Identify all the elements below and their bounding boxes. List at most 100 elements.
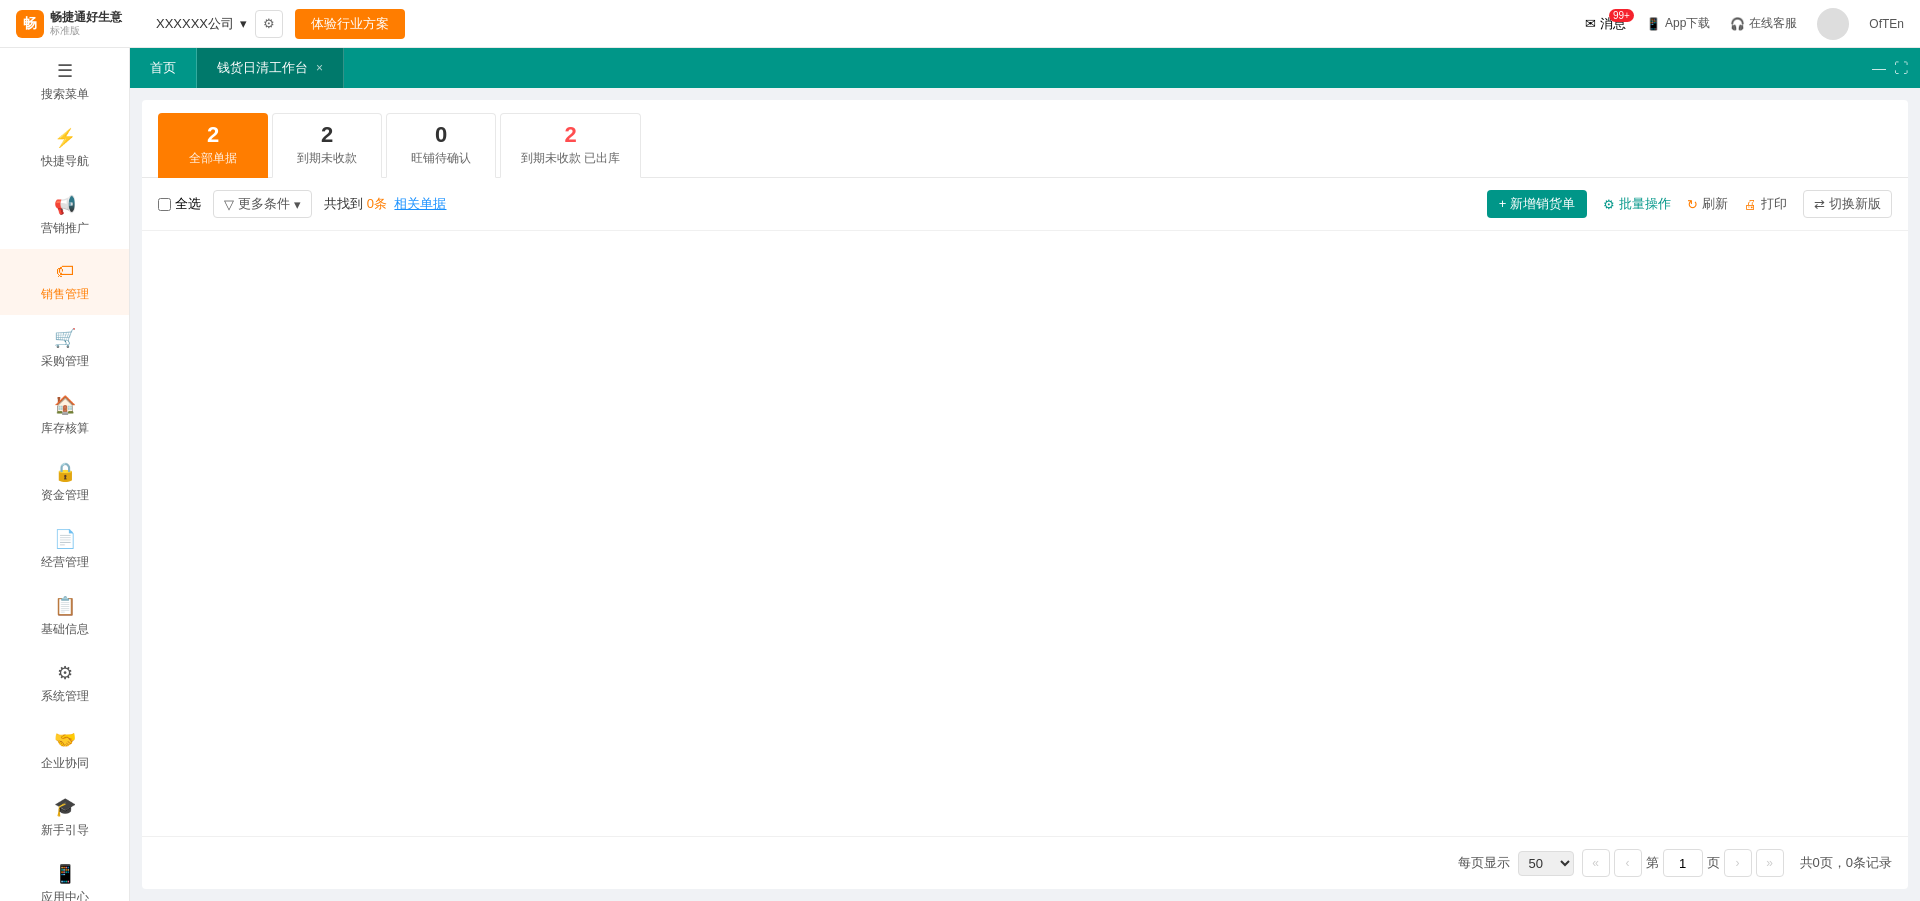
stat-tab-overdue[interactable]: 2 到期未收款 — [272, 113, 382, 178]
tab-workbench-label: 钱货日清工作台 — [217, 59, 308, 77]
filter-label: 更多条件 — [238, 195, 290, 213]
toolbar-left: 全选 ▽ 更多条件 ▾ 共找到 0条 相关单据 — [158, 190, 446, 218]
refresh-label: 刷新 — [1702, 195, 1728, 213]
sidebar-item-marketing[interactable]: 📢 营销推广 — [0, 182, 129, 249]
sidebar-item-basic-info[interactable]: 📋 基础信息 — [0, 583, 129, 650]
app-version: 标准版 — [50, 25, 122, 37]
stat-tab-all[interactable]: 2 全部单据 — [158, 113, 268, 178]
sidebar-item-app-center[interactable]: 📱 应用中心 — [0, 851, 129, 901]
last-page-btn[interactable]: » — [1756, 849, 1784, 877]
basic-info-icon: 📋 — [54, 595, 76, 617]
minimize-icon[interactable]: — — [1872, 60, 1886, 76]
app-name: 畅捷通好生意 — [50, 10, 122, 24]
content-area: 2 全部单据 2 到期未收款 0 旺铺待确认 2 到期未收款 已出库 全选 — [142, 100, 1908, 889]
found-text: 共找到 0条 相关单据 — [324, 195, 446, 213]
logo-text: 畅捷通好生意 标准版 — [50, 10, 122, 36]
sidebar: ☰ 搜索菜单 ⚡ 快捷导航 📢 营销推广 🏷 销售管理 🛒 采购管理 🏠 库存核… — [0, 48, 130, 901]
sidebar-label-inventory: 库存核算 — [41, 420, 89, 437]
related-link[interactable]: 相关单据 — [394, 196, 446, 211]
tab-home[interactable]: 首页 — [130, 48, 197, 88]
tab-workbench[interactable]: 钱货日清工作台 × — [197, 48, 344, 88]
stat-label-all: 全部单据 — [189, 150, 237, 167]
sidebar-label-marketing: 营销推广 — [41, 220, 89, 237]
quick-nav-icon: ⚡ — [54, 127, 76, 149]
sidebar-label-basic-info: 基础信息 — [41, 621, 89, 638]
avatar[interactable] — [1817, 8, 1849, 40]
refresh-icon: ↻ — [1687, 197, 1698, 212]
filter-icon: ▽ — [224, 197, 234, 212]
toolbar-right: + 新增销货单 ⚙ 批量操作 ↻ 刷新 🖨 打印 ⇄ 切换新版 — [1487, 190, 1892, 218]
sidebar-item-finance[interactable]: 🔒 资金管理 — [0, 449, 129, 516]
sidebar-item-system[interactable]: ⚙ 系统管理 — [0, 650, 129, 717]
first-page-btn[interactable]: « — [1582, 849, 1610, 877]
toolbar: 全选 ▽ 更多条件 ▾ 共找到 0条 相关单据 + 新增销货单 ⚙ 批量操作 — [142, 178, 1908, 231]
sales-icon: 🏷 — [56, 261, 74, 282]
stat-label-overdue: 到期未收款 — [297, 150, 357, 167]
logo-area: 畅 畅捷通好生意 标准版 — [16, 10, 146, 38]
filter-btn[interactable]: ▽ 更多条件 ▾ — [213, 190, 312, 218]
stat-label-overdue-shipped: 到期未收款 已出库 — [521, 150, 620, 167]
sidebar-label-finance: 资金管理 — [41, 487, 89, 504]
sidebar-item-operations[interactable]: 📄 经营管理 — [0, 516, 129, 583]
app-center-icon: 📱 — [54, 863, 76, 885]
refresh-btn[interactable]: ↻ 刷新 — [1687, 195, 1728, 213]
sidebar-item-quick-nav[interactable]: ⚡ 快捷导航 — [0, 115, 129, 182]
tab-home-label: 首页 — [150, 59, 176, 77]
page-suffix: 页 — [1707, 854, 1720, 872]
username[interactable]: OfTEn — [1869, 17, 1904, 31]
print-btn[interactable]: 🖨 打印 — [1744, 195, 1787, 213]
company-selector[interactable]: XXXXXX公司 ▾ — [156, 15, 247, 33]
tab-close-icon[interactable]: × — [316, 61, 323, 75]
sidebar-item-sales[interactable]: 🏷 销售管理 — [0, 249, 129, 315]
headset-icon: 🎧 — [1730, 17, 1745, 31]
tab-controls: — ⛶ — [1860, 48, 1920, 88]
settings-button[interactable]: ⚙ — [255, 10, 283, 38]
print-label: 打印 — [1761, 195, 1787, 213]
stat-num-pending: 0 — [435, 122, 447, 148]
select-all-input[interactable] — [158, 198, 171, 211]
empty-state — [158, 231, 1892, 631]
app-download-btn[interactable]: 📱 App下载 — [1646, 15, 1710, 32]
sidebar-label-cooperation: 企业协同 — [41, 755, 89, 772]
per-page-select[interactable]: 20 50 100 — [1518, 851, 1574, 876]
prev-page-btn[interactable]: ‹ — [1614, 849, 1642, 877]
search-menu-icon: ☰ — [57, 60, 73, 82]
sidebar-label-search-menu: 搜索菜单 — [41, 86, 89, 103]
stat-tab-overdue-shipped[interactable]: 2 到期未收款 已出库 — [500, 113, 641, 178]
online-service-label: 在线客服 — [1749, 15, 1797, 32]
batch-btn[interactable]: ⚙ 批量操作 — [1603, 195, 1671, 213]
main-content: 2 全部单据 2 到期未收款 0 旺铺待确认 2 到期未收款 已出库 全选 — [130, 88, 1920, 901]
sidebar-item-search-menu[interactable]: ☰ 搜索菜单 — [0, 48, 129, 115]
page-prefix: 第 — [1646, 854, 1659, 872]
page-input[interactable] — [1663, 849, 1703, 877]
page-nav: « ‹ 第 页 › » — [1582, 849, 1784, 877]
batch-label: 批量操作 — [1619, 195, 1671, 213]
operations-icon: 📄 — [54, 528, 76, 550]
pagination: 每页显示 20 50 100 « ‹ 第 页 › » 共0页，0条记录 — [142, 836, 1908, 889]
trial-btn[interactable]: 体验行业方案 — [295, 9, 405, 39]
stat-num-overdue: 2 — [321, 122, 333, 148]
maximize-icon[interactable]: ⛶ — [1894, 60, 1908, 76]
sidebar-label-app-center: 应用中心 — [41, 889, 89, 901]
select-all-checkbox[interactable]: 全选 — [158, 195, 201, 213]
select-all-label: 全选 — [175, 195, 201, 213]
app-logo-icon: 畅 — [16, 10, 44, 38]
online-service-btn[interactable]: 🎧 在线客服 — [1730, 15, 1797, 32]
company-name: XXXXXX公司 — [156, 15, 234, 33]
cooperation-icon: 🤝 — [54, 729, 76, 751]
stats-tabs: 2 全部单据 2 到期未收款 0 旺铺待确认 2 到期未收款 已出库 — [142, 100, 1908, 178]
next-page-btn[interactable]: › — [1724, 849, 1752, 877]
tab-nav: 首页 钱货日清工作台 × — ⛶ — [130, 48, 1920, 88]
gear-icon: ⚙ — [263, 16, 275, 31]
inventory-icon: 🏠 — [54, 394, 76, 416]
batch-icon: ⚙ — [1603, 197, 1615, 212]
add-order-btn[interactable]: + 新增销货单 — [1487, 190, 1587, 218]
sidebar-item-inventory[interactable]: 🏠 库存核算 — [0, 382, 129, 449]
stat-tab-pending[interactable]: 0 旺铺待确认 — [386, 113, 496, 178]
sidebar-item-cooperation[interactable]: 🤝 企业协同 — [0, 717, 129, 784]
switch-version-btn[interactable]: ⇄ 切换新版 — [1803, 190, 1892, 218]
sidebar-item-purchase[interactable]: 🛒 采购管理 — [0, 315, 129, 382]
message-btn[interactable]: ✉ 消息 99+ — [1585, 15, 1626, 33]
message-badge: 99+ — [1609, 9, 1634, 22]
sidebar-item-guide[interactable]: 🎓 新手引导 — [0, 784, 129, 851]
